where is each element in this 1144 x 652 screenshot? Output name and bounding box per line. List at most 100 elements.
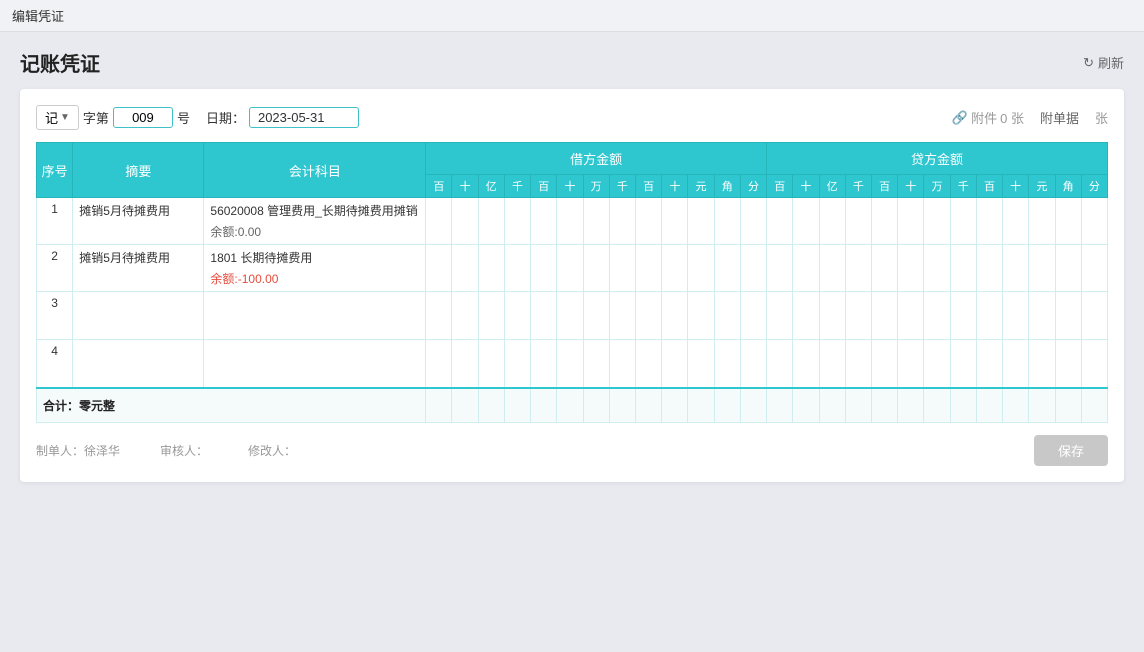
r2-c8[interactable]	[950, 245, 976, 292]
r3-d11[interactable]	[688, 292, 714, 340]
row2-summary[interactable]: 摊销5月待摊费用	[73, 245, 204, 292]
r3-c6[interactable]	[898, 292, 924, 340]
r3-c7[interactable]	[924, 292, 950, 340]
r2-c5[interactable]	[871, 245, 897, 292]
r1-d13[interactable]	[740, 198, 766, 245]
r2-d6[interactable]	[557, 245, 583, 292]
r2-c12[interactable]	[1055, 245, 1081, 292]
r4-d10[interactable]	[662, 340, 688, 388]
r2-c1[interactable]	[767, 245, 793, 292]
row4-summary[interactable]	[73, 340, 204, 388]
r4-d3[interactable]	[478, 340, 504, 388]
row3-summary[interactable]	[73, 292, 204, 340]
r1-c6[interactable]	[898, 198, 924, 245]
r4-c3[interactable]	[819, 340, 845, 388]
r3-c10[interactable]	[1003, 292, 1029, 340]
r1-c2[interactable]	[793, 198, 819, 245]
r1-c11[interactable]	[1029, 198, 1055, 245]
voucher-number-input[interactable]	[113, 107, 173, 128]
r3-c8[interactable]	[950, 292, 976, 340]
r4-d12[interactable]	[714, 340, 740, 388]
r1-d9[interactable]	[636, 198, 662, 245]
r1-d2[interactable]	[452, 198, 478, 245]
r3-d5[interactable]	[531, 292, 557, 340]
r4-d8[interactable]	[609, 340, 635, 388]
r2-d11[interactable]	[688, 245, 714, 292]
r3-d10[interactable]	[662, 292, 688, 340]
r3-d1[interactable]	[426, 292, 452, 340]
r1-d4[interactable]	[504, 198, 530, 245]
r2-c10[interactable]	[1003, 245, 1029, 292]
r1-c5[interactable]	[871, 198, 897, 245]
r4-c2[interactable]	[793, 340, 819, 388]
r4-d9[interactable]	[636, 340, 662, 388]
r2-c3[interactable]	[819, 245, 845, 292]
r4-c12[interactable]	[1055, 340, 1081, 388]
r3-c1[interactable]	[767, 292, 793, 340]
save-button[interactable]: 保存	[1034, 435, 1108, 466]
r1-d1[interactable]	[426, 198, 452, 245]
r2-c9[interactable]	[976, 245, 1002, 292]
r3-c12[interactable]	[1055, 292, 1081, 340]
row2-account[interactable]: 1801 长期待摊费用 余额:-100.00	[204, 245, 426, 292]
r4-d7[interactable]	[583, 340, 609, 388]
r4-c1[interactable]	[767, 340, 793, 388]
r2-c2[interactable]	[793, 245, 819, 292]
r2-d13[interactable]	[740, 245, 766, 292]
r3-c11[interactable]	[1029, 292, 1055, 340]
r2-d10[interactable]	[662, 245, 688, 292]
row1-summary[interactable]: 摊销5月待摊费用	[73, 198, 204, 245]
r1-d8[interactable]	[609, 198, 635, 245]
r4-d6[interactable]	[557, 340, 583, 388]
r3-c4[interactable]	[845, 292, 871, 340]
date-input[interactable]	[249, 107, 359, 128]
row4-account[interactable]	[204, 340, 426, 388]
r3-d4[interactable]	[504, 292, 530, 340]
row1-account[interactable]: 56020008 管理费用_长期待摊费用摊销 余额:0.00	[204, 198, 426, 245]
r2-d3[interactable]	[478, 245, 504, 292]
r4-d4[interactable]	[504, 340, 530, 388]
r2-c13[interactable]	[1081, 245, 1107, 292]
r1-c3[interactable]	[819, 198, 845, 245]
r2-c4[interactable]	[845, 245, 871, 292]
r4-d1[interactable]	[426, 340, 452, 388]
r1-c13[interactable]	[1081, 198, 1107, 245]
attachment-link[interactable]: 🔗 附件 0 张	[952, 108, 1024, 127]
r3-c13[interactable]	[1081, 292, 1107, 340]
voucher-type-button[interactable]: 记 ▼	[36, 105, 79, 130]
r4-c13[interactable]	[1081, 340, 1107, 388]
r3-c3[interactable]	[819, 292, 845, 340]
row3-account[interactable]	[204, 292, 426, 340]
r3-d6[interactable]	[557, 292, 583, 340]
r2-c11[interactable]	[1029, 245, 1055, 292]
r4-d11[interactable]	[688, 340, 714, 388]
r2-d8[interactable]	[609, 245, 635, 292]
r2-d2[interactable]	[452, 245, 478, 292]
r4-d5[interactable]	[531, 340, 557, 388]
r2-c6[interactable]	[898, 245, 924, 292]
r1-d7[interactable]	[583, 198, 609, 245]
r3-d9[interactable]	[636, 292, 662, 340]
r1-d12[interactable]	[714, 198, 740, 245]
r3-d2[interactable]	[452, 292, 478, 340]
r4-d13[interactable]	[740, 340, 766, 388]
r4-c4[interactable]	[845, 340, 871, 388]
r4-c6[interactable]	[898, 340, 924, 388]
attachment-doc-button[interactable]: 附单据	[1040, 108, 1079, 127]
r4-c8[interactable]	[950, 340, 976, 388]
r1-d6[interactable]	[557, 198, 583, 245]
r4-c11[interactable]	[1029, 340, 1055, 388]
r3-c2[interactable]	[793, 292, 819, 340]
r4-c7[interactable]	[924, 340, 950, 388]
r3-c5[interactable]	[871, 292, 897, 340]
r3-d12[interactable]	[714, 292, 740, 340]
r1-c8[interactable]	[950, 198, 976, 245]
r2-d4[interactable]	[504, 245, 530, 292]
refresh-button[interactable]: ↻ 刷新	[1083, 53, 1124, 72]
r4-c9[interactable]	[976, 340, 1002, 388]
r3-c9[interactable]	[976, 292, 1002, 340]
r1-c7[interactable]	[924, 198, 950, 245]
r2-d7[interactable]	[583, 245, 609, 292]
r3-d13[interactable]	[740, 292, 766, 340]
r1-d10[interactable]	[662, 198, 688, 245]
